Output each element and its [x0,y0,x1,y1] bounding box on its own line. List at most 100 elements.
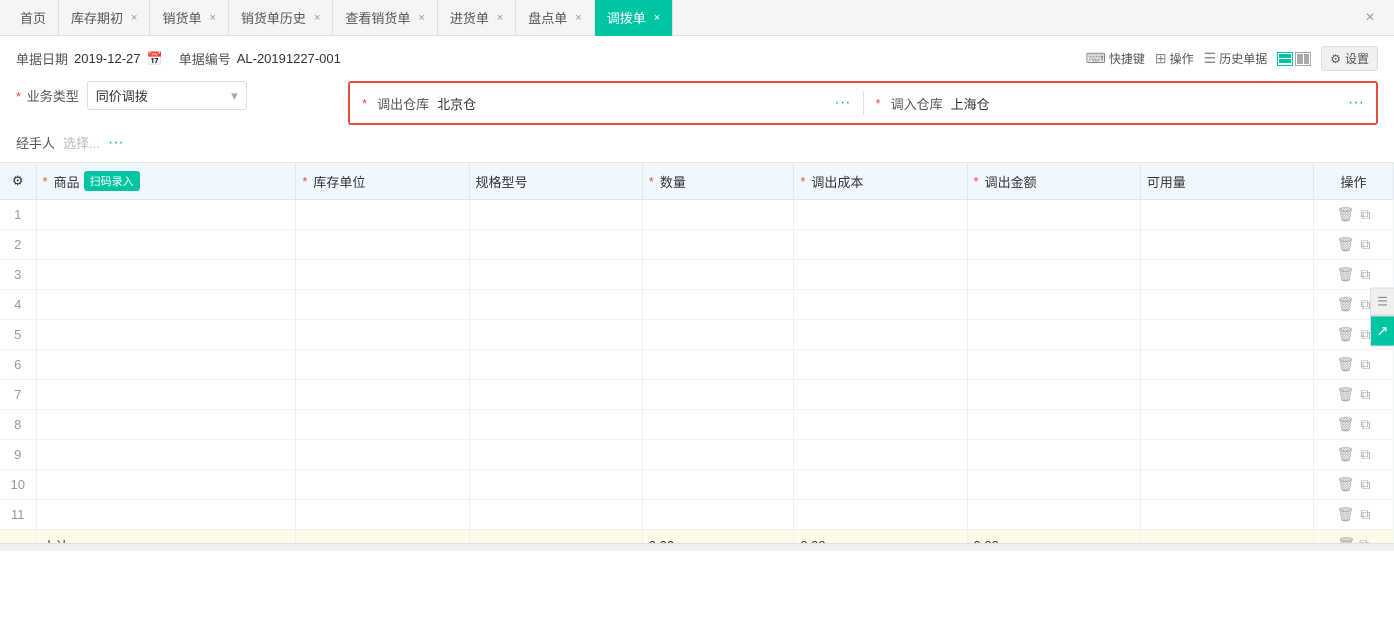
footer-delete-icon[interactable]: 🗑 [1337,536,1355,543]
row-available-3[interactable] [1140,260,1313,290]
row-qty-6[interactable] [642,350,794,380]
row-copy-icon[interactable]: ⧉ [1360,266,1370,283]
row-delete-icon[interactable]: 🗑 [1337,326,1355,343]
row-spec-8[interactable] [469,410,642,440]
row-qty-7[interactable] [642,380,794,410]
row-amount-2[interactable] [967,230,1140,260]
tab-transfer-order-close[interactable]: × [654,12,660,24]
row-product-4[interactable] [36,290,296,320]
row-amount-9[interactable] [967,440,1140,470]
row-available-9[interactable] [1140,440,1313,470]
row-qty-10[interactable] [642,470,794,500]
tab-transfer-order[interactable]: 调拨单 × [595,0,673,36]
row-delete-icon[interactable]: 🗑 [1337,266,1355,283]
row-delete-icon[interactable]: 🗑 [1337,296,1355,313]
row-available-1[interactable] [1140,200,1313,230]
scroll-bar[interactable] [0,543,1394,551]
row-available-2[interactable] [1140,230,1313,260]
shortcut-button[interactable]: ⌨ 快捷键 [1086,50,1145,67]
row-delete-icon[interactable]: 🗑 [1337,446,1355,463]
row-copy-icon[interactable]: ⧉ [1360,236,1370,253]
row-qty-5[interactable] [642,320,794,350]
tab-view-sales[interactable]: 查看销货单 × [333,0,437,36]
right-panel-list-button[interactable]: ☰ [1370,288,1394,316]
row-amount-1[interactable] [967,200,1140,230]
th-settings[interactable]: ⚙ [0,163,36,200]
row-spec-11[interactable] [469,500,642,530]
row-product-9[interactable] [36,440,296,470]
row-cost-3[interactable] [794,260,967,290]
row-amount-3[interactable] [967,260,1140,290]
row-cost-9[interactable] [794,440,967,470]
settings-button[interactable]: ⚙ 设置 [1321,46,1378,71]
tab-sales-history-close[interactable]: × [314,12,320,24]
row-copy-icon[interactable]: ⧉ [1360,296,1370,313]
row-unit-11[interactable] [296,500,469,530]
row-qty-1[interactable] [642,200,794,230]
row-amount-10[interactable] [967,470,1140,500]
row-cost-6[interactable] [794,350,967,380]
row-spec-10[interactable] [469,470,642,500]
right-panel-external-button[interactable]: ↗ [1370,316,1394,347]
tab-inventory-check[interactable]: 盘点单 × [516,0,594,36]
row-spec-3[interactable] [469,260,642,290]
tab-sales-order-close[interactable]: × [209,12,215,24]
row-cost-7[interactable] [794,380,967,410]
row-available-6[interactable] [1140,350,1313,380]
row-cost-10[interactable] [794,470,967,500]
layout-btn-2[interactable] [1295,52,1311,66]
tab-inventory-init[interactable]: 库存期初 × [59,0,150,36]
row-delete-icon[interactable]: 🗑 [1337,356,1355,373]
row-qty-3[interactable] [642,260,794,290]
row-available-5[interactable] [1140,320,1313,350]
row-delete-icon[interactable]: 🗑 [1337,476,1355,493]
row-product-2[interactable] [36,230,296,260]
row-copy-icon[interactable]: ⧉ [1360,416,1370,433]
row-product-3[interactable] [36,260,296,290]
handler-more-button[interactable]: ··· [108,134,124,152]
row-amount-7[interactable] [967,380,1140,410]
row-qty-9[interactable] [642,440,794,470]
row-copy-icon[interactable]: ⧉ [1360,446,1370,463]
layout-btn-1[interactable] [1277,52,1293,66]
row-available-10[interactable] [1140,470,1313,500]
row-spec-5[interactable] [469,320,642,350]
calendar-icon[interactable]: 📅 [147,51,163,67]
row-copy-icon[interactable]: ⧉ [1360,506,1370,523]
tab-sales-order[interactable]: 销货单 × [150,0,228,36]
row-available-7[interactable] [1140,380,1313,410]
history-button[interactable]: ☰ 历史单据 [1204,50,1268,67]
row-product-8[interactable] [36,410,296,440]
row-amount-8[interactable] [967,410,1140,440]
row-amount-6[interactable] [967,350,1140,380]
biz-type-dropdown[interactable]: 同价调拨 ▾ [87,81,247,110]
footer-copy-icon[interactable]: ⧉ [1359,536,1369,543]
tab-purchase-order-close[interactable]: × [497,12,503,24]
row-unit-2[interactable] [296,230,469,260]
row-spec-4[interactable] [469,290,642,320]
row-amount-5[interactable] [967,320,1140,350]
row-cost-5[interactable] [794,320,967,350]
row-copy-icon[interactable]: ⧉ [1360,476,1370,493]
tab-home[interactable]: 首页 [8,0,59,36]
row-spec-6[interactable] [469,350,642,380]
row-delete-icon[interactable]: 🗑 [1337,416,1355,433]
row-product-10[interactable] [36,470,296,500]
row-unit-6[interactable] [296,350,469,380]
row-unit-4[interactable] [296,290,469,320]
row-unit-7[interactable] [296,380,469,410]
row-qty-11[interactable] [642,500,794,530]
row-copy-icon[interactable]: ⧉ [1360,326,1370,343]
row-product-6[interactable] [36,350,296,380]
row-product-5[interactable] [36,320,296,350]
row-unit-9[interactable] [296,440,469,470]
row-delete-icon[interactable]: 🗑 [1337,506,1355,523]
tab-sales-history[interactable]: 销货单历史 × [229,0,333,36]
row-amount-11[interactable] [967,500,1140,530]
row-available-8[interactable] [1140,410,1313,440]
row-available-11[interactable] [1140,500,1313,530]
operation-button[interactable]: ⊞ 操作 [1155,50,1194,67]
row-delete-icon[interactable]: 🗑 [1337,236,1355,253]
row-product-1[interactable] [36,200,296,230]
row-qty-8[interactable] [642,410,794,440]
